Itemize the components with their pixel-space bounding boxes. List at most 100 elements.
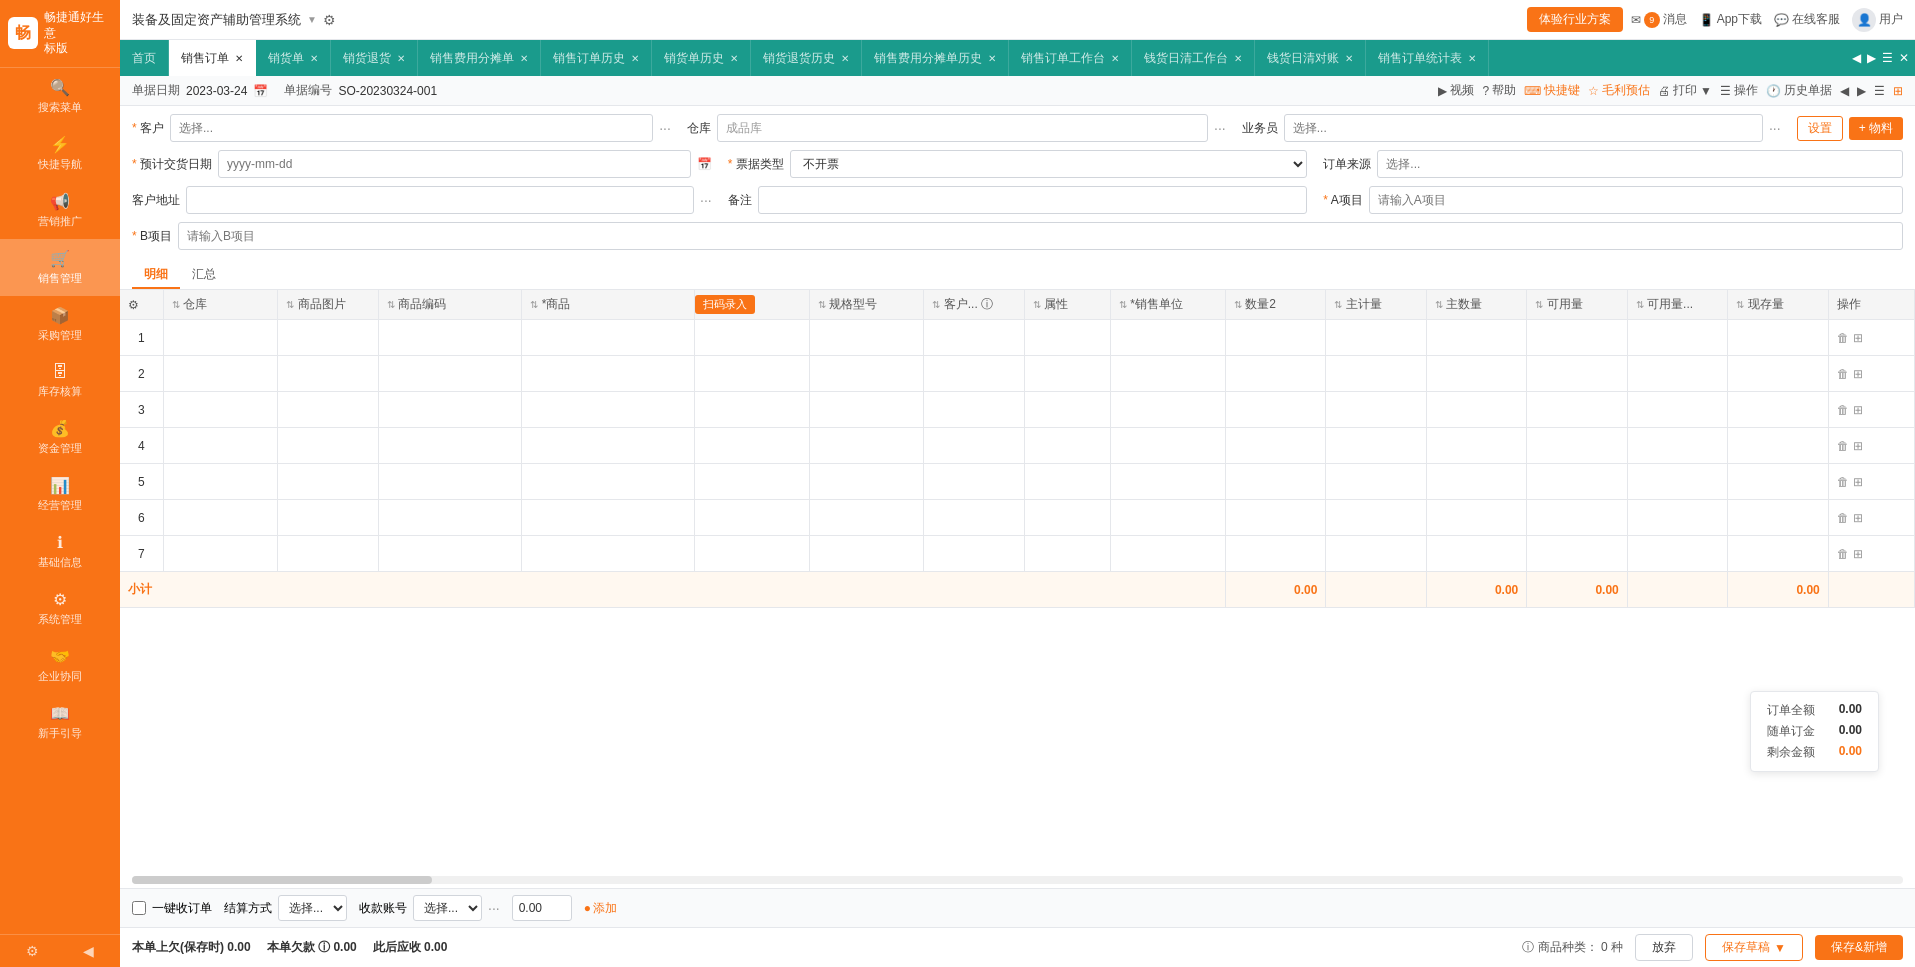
tab-sales-workbench[interactable]: 销售订单工作台 ✕ — [1009, 40, 1132, 76]
view-btn[interactable]: ▶ 视频 — [1438, 82, 1474, 99]
grid-view-icon[interactable]: ⊞ — [1893, 84, 1903, 98]
remark-input[interactable] — [758, 186, 1308, 214]
sidebar-item-purchase[interactable]: 📦 采购管理 — [0, 296, 120, 353]
sidebar-item-guide[interactable]: 📖 新手引导 — [0, 694, 120, 751]
tab-invoice-history[interactable]: 销货单历史 ✕ — [652, 40, 751, 76]
row-2-main-unit[interactable] — [1326, 356, 1426, 392]
sidebar-item-shortcut[interactable]: ⚡ 快捷导航 — [0, 125, 120, 182]
bank-account-select[interactable]: 选择... — [413, 895, 482, 921]
tab-sales-stat-close[interactable]: ✕ — [1468, 53, 1476, 64]
app-download-btn[interactable]: 📱 App下载 — [1699, 11, 1762, 28]
one-click-order-checkbox[interactable] — [132, 901, 146, 915]
industry-btn[interactable]: 体验行业方案 — [1527, 7, 1623, 32]
row-2-available2[interactable] — [1627, 356, 1727, 392]
tab-invoice-history-close[interactable]: ✕ — [730, 53, 738, 64]
row-2-spec[interactable] — [809, 356, 924, 392]
bank-more-icon[interactable]: ··· — [488, 900, 500, 916]
col-stock[interactable]: ⇅ 现存量 — [1728, 290, 1828, 320]
date-picker-icon[interactable]: 📅 — [253, 84, 268, 98]
tab-expense-history-close[interactable]: ✕ — [988, 53, 996, 64]
message-btn[interactable]: ✉ 9 消息 — [1631, 11, 1687, 28]
scrollbar-track[interactable] — [132, 876, 1903, 884]
row-3-delete-icon[interactable]: 🗑 — [1837, 403, 1849, 417]
tab-sales-invoice[interactable]: 销货单 ✕ — [256, 40, 331, 76]
tab-return-history-close[interactable]: ✕ — [841, 53, 849, 64]
tab-close-all-icon[interactable]: ✕ — [1897, 49, 1911, 67]
sidebar-item-system[interactable]: ⚙ 系统管理 — [0, 580, 120, 637]
tab-sales-history-close[interactable]: ✕ — [631, 53, 639, 64]
row-6-copy-icon[interactable]: ⊞ — [1853, 511, 1863, 525]
row-1-product[interactable] — [522, 320, 694, 356]
history-btn[interactable]: 🕐 历史单据 — [1766, 82, 1832, 99]
user-btn[interactable]: 👤 用户 — [1852, 8, 1903, 32]
col-warehouse[interactable]: ⇅ 仓库 — [163, 290, 278, 320]
row-1-unit[interactable] — [1111, 320, 1226, 356]
tab-cash-reconcile-close[interactable]: ✕ — [1345, 53, 1353, 64]
col-available2[interactable]: ⇅ 可用量... — [1627, 290, 1727, 320]
add-payment-btn[interactable]: ● 添加 — [584, 900, 617, 917]
salesman-input[interactable] — [1284, 114, 1763, 142]
amount-input[interactable] — [512, 895, 572, 921]
warehouse-more-icon[interactable]: ··· — [1214, 120, 1226, 136]
col-spec[interactable]: ⇅ 规格型号 — [809, 290, 924, 320]
operate-btn[interactable]: ☰ 操作 — [1720, 82, 1758, 99]
sidebar-settings-icon[interactable]: ⚙ — [26, 943, 39, 959]
sidebar-item-inventory[interactable]: 🗄 库存核算 — [0, 353, 120, 409]
scrollbar-thumb[interactable] — [132, 876, 432, 884]
profit-btn[interactable]: ☆ 毛利预估 — [1588, 82, 1650, 99]
row-2-available[interactable] — [1527, 356, 1627, 392]
row-1-spec[interactable] — [809, 320, 924, 356]
salesman-more-icon[interactable]: ··· — [1769, 120, 1781, 136]
row-1-copy-icon[interactable]: ⊞ — [1853, 331, 1863, 345]
add-material-btn[interactable]: + 物料 — [1849, 117, 1903, 140]
col-attribute[interactable]: ⇅ 属性 — [1024, 290, 1110, 320]
save-draft-btn[interactable]: 保存草稿 ▼ — [1705, 934, 1803, 961]
online-service-btn[interactable]: 💬 在线客服 — [1774, 11, 1840, 28]
tab-sales-history[interactable]: 销售订单历史 ✕ — [541, 40, 652, 76]
sidebar-item-sales[interactable]: 🛒 销售管理 — [0, 239, 120, 296]
row-1-customer-code[interactable] — [924, 320, 1024, 356]
tab-return-history[interactable]: 销货退货历史 ✕ — [751, 40, 862, 76]
warehouse-input[interactable] — [717, 114, 1208, 142]
row-4-copy-icon[interactable]: ⊞ — [1853, 439, 1863, 453]
customer-more-icon[interactable]: ··· — [659, 120, 671, 136]
tab-sales-return-close[interactable]: ✕ — [397, 53, 405, 64]
row-1-qty2[interactable] — [1225, 320, 1325, 356]
address-more-icon[interactable]: ··· — [700, 192, 712, 208]
list-view-icon[interactable]: ☰ — [1874, 84, 1885, 98]
print-btn[interactable]: 🖨 打印 ▼ — [1658, 82, 1712, 99]
row-2-warehouse[interactable] — [163, 356, 278, 392]
scan-btn[interactable]: 扫码录入 — [695, 295, 755, 314]
col-unit[interactable]: ⇅ *销售单位 — [1111, 290, 1226, 320]
col-product-code[interactable]: ⇅ 商品编码 — [378, 290, 522, 320]
sidebar-item-search[interactable]: 🔍 搜索菜单 — [0, 68, 120, 125]
col-product[interactable]: ⇅ *商品 — [522, 290, 694, 320]
row-7-copy-icon[interactable]: ⊞ — [1853, 547, 1863, 561]
tab-sales-stat[interactable]: 销售订单统计表 ✕ — [1366, 40, 1489, 76]
row-1-code[interactable] — [378, 320, 522, 356]
row-2-unit[interactable] — [1111, 356, 1226, 392]
payment-method-select[interactable]: 选择... — [278, 895, 347, 921]
row-4-delete-icon[interactable]: 🗑 — [1837, 439, 1849, 453]
row-2-code[interactable] — [378, 356, 522, 392]
tab-sales-order[interactable]: 销售订单 ✕ — [169, 40, 256, 76]
nav-next-btn[interactable]: ▶ — [1857, 84, 1866, 98]
shortcut-btn[interactable]: ⌨ 快捷键 — [1524, 82, 1580, 99]
row-1-main-qty[interactable] — [1426, 320, 1526, 356]
row-2-stock[interactable] — [1728, 356, 1828, 392]
row-2-customer-code[interactable] — [924, 356, 1024, 392]
row-2-attribute[interactable] — [1024, 356, 1110, 392]
sidebar-item-operations[interactable]: 📊 经营管理 — [0, 466, 120, 523]
sidebar-item-enterprise[interactable]: 🤝 企业协同 — [0, 637, 120, 694]
tab-prev-icon[interactable]: ◀ — [1850, 49, 1863, 67]
sidebar-item-basic[interactable]: ℹ 基础信息 — [0, 523, 120, 580]
row-2-qty2[interactable] — [1225, 356, 1325, 392]
row-2-product[interactable] — [522, 356, 694, 392]
col-settings[interactable]: ⚙ — [120, 290, 163, 320]
tab-cash-reconcile[interactable]: 钱货日清对账 ✕ — [1255, 40, 1366, 76]
tab-expense-history[interactable]: 销售费用分摊单历史 ✕ — [862, 40, 1009, 76]
row-1-available2[interactable] — [1627, 320, 1727, 356]
row-1-attribute[interactable] — [1024, 320, 1110, 356]
row-2-main-qty[interactable] — [1426, 356, 1526, 392]
sidebar-collapse-icon[interactable]: ◀ — [83, 943, 94, 959]
